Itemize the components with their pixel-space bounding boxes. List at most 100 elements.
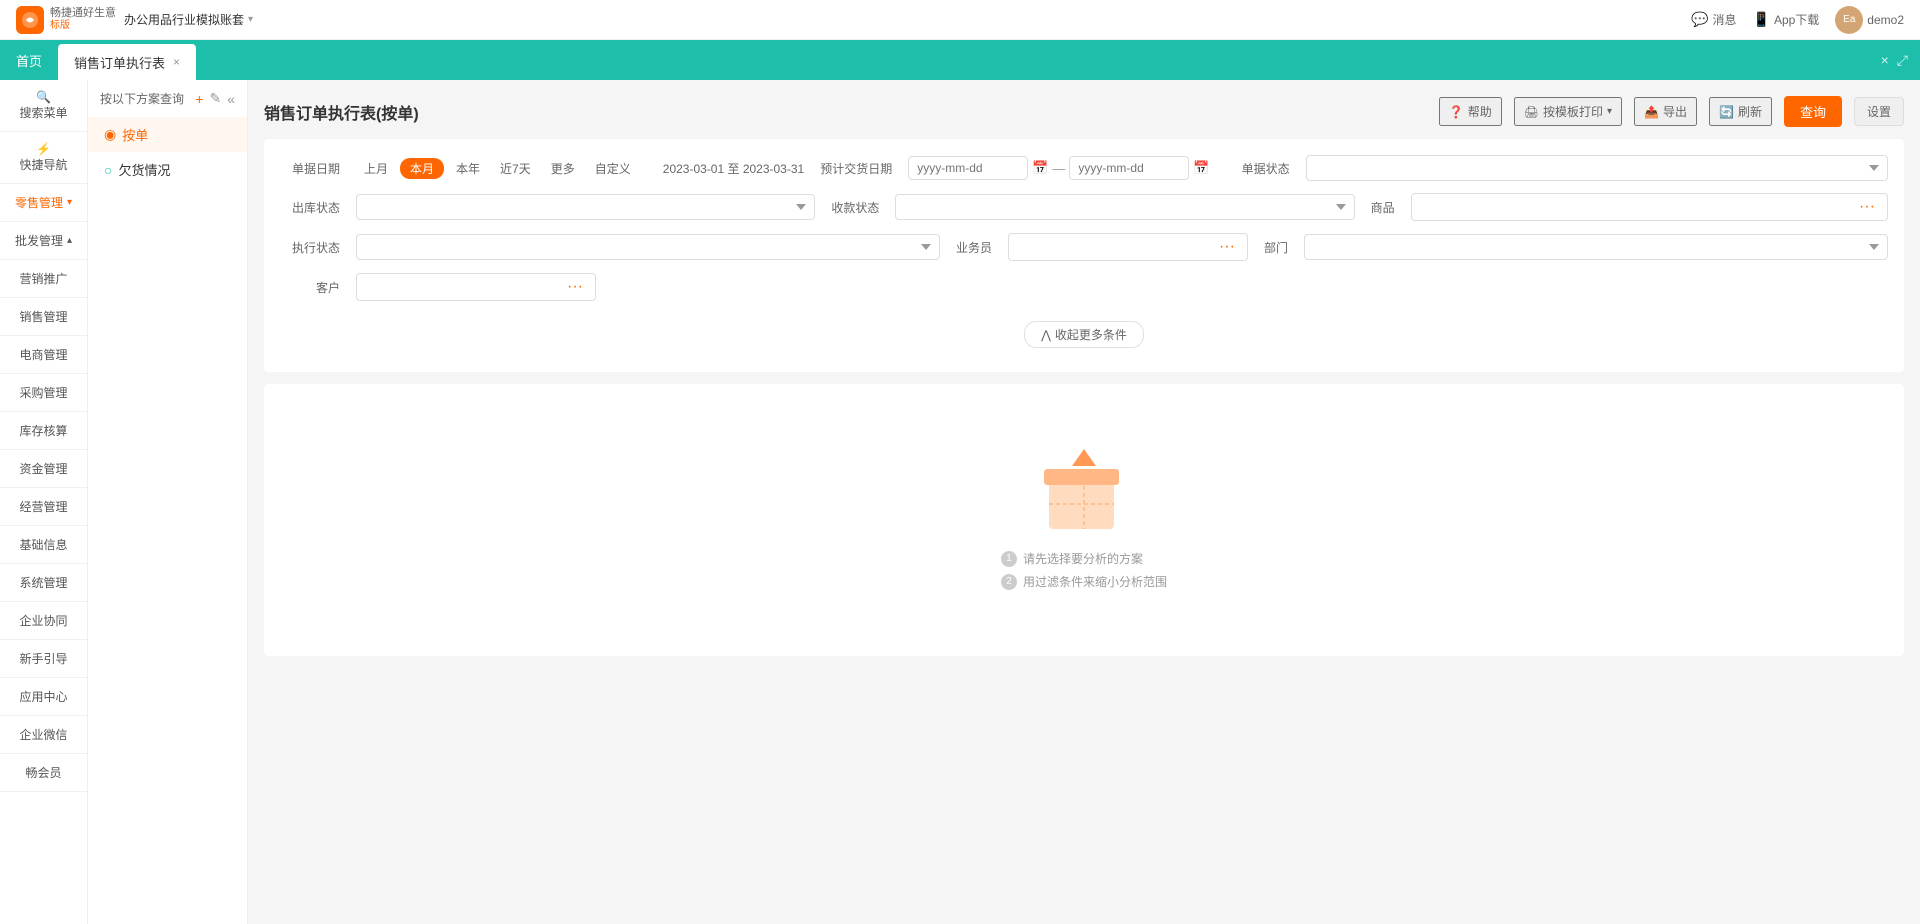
- filter-row-4: 客户 ···: [280, 273, 1888, 301]
- salesman-more-icon[interactable]: ···: [1215, 238, 1239, 256]
- calendar-icon-start: 📅: [1032, 160, 1048, 176]
- sidebar-item-enterprise-wechat[interactable]: 企业微信: [0, 716, 87, 754]
- date-tab-more[interactable]: 更多: [543, 158, 583, 179]
- tab-home[interactable]: 首页: [0, 40, 58, 80]
- sidebar-item-system[interactable]: 系统管理: [0, 564, 87, 602]
- customer-label: 客户: [280, 279, 340, 296]
- status-select[interactable]: [1306, 155, 1888, 181]
- hint-num-1: 1: [1001, 551, 1017, 567]
- sidebar-search-menu[interactable]: 🔍 搜索菜单: [0, 80, 87, 132]
- date-separator: —: [1052, 161, 1065, 176]
- sidebar-item-operations[interactable]: 经营管理: [0, 488, 87, 526]
- sidebar-item-marketing[interactable]: 营销推广: [0, 260, 87, 298]
- sidebar-quick-nav[interactable]: ⚡ 快捷导航: [0, 132, 87, 184]
- sidebar-item-enterprise-collab[interactable]: 企业协同: [0, 602, 87, 640]
- app-download-button[interactable]: 📱 App下载: [1753, 11, 1820, 28]
- receipt-select-wrapper: [895, 194, 1354, 220]
- refresh-button[interactable]: 🔄 刷新: [1709, 97, 1772, 126]
- customer-more-icon[interactable]: ···: [563, 278, 587, 296]
- dept-select-wrapper: [1304, 234, 1888, 260]
- help-button[interactable]: ❓ 帮助: [1439, 97, 1502, 126]
- date-tab-this-month[interactable]: 本月: [400, 158, 444, 179]
- page-actions: ❓ 帮助 🖨 按模板打印 📤 导出 🔄 刷新 查询: [1439, 96, 1904, 127]
- hint-num-2: 2: [1001, 574, 1017, 590]
- export-button[interactable]: 📤 导出: [1634, 97, 1697, 126]
- settings-button[interactable]: 设置: [1854, 97, 1904, 126]
- dept-select[interactable]: [1304, 234, 1888, 260]
- goods-input[interactable]: [1420, 200, 1851, 214]
- filter-row-1: 单据日期 上月 本月 本年 近7天 更多 自定义 2023-03-01 至 20…: [280, 155, 1888, 181]
- collapse-panel-button[interactable]: «: [227, 91, 235, 107]
- calendar-icon-end: 📅: [1193, 160, 1209, 176]
- print-button[interactable]: 🖨 按模板打印: [1514, 97, 1622, 126]
- date-tab-this-year[interactable]: 本年: [448, 158, 488, 179]
- export-icon: 📤: [1644, 105, 1659, 119]
- predict-date-label: 预计交货日期: [820, 160, 892, 177]
- date-tab-7days[interactable]: 近7天: [492, 158, 539, 179]
- filter-row-3: 执行状态 业务员 ··· 部门: [280, 233, 1888, 261]
- date-tabs: 上月 本月 本年 近7天 更多 自定义: [356, 158, 639, 179]
- filter-card: 单据日期 上月 本月 本年 近7天 更多 自定义 2023-03-01 至 20…: [264, 139, 1904, 372]
- outbound-select-wrapper: [356, 194, 815, 220]
- customer-input[interactable]: [365, 280, 559, 294]
- salesman-label: 业务员: [956, 239, 992, 256]
- tab-bar: 首页 销售订单执行表 × × ⤢: [0, 40, 1920, 80]
- sidebar-item-retail[interactable]: 零售管理 ▾: [0, 184, 87, 222]
- outbound-select[interactable]: [356, 194, 815, 220]
- edit-scheme-button[interactable]: ✎: [209, 90, 221, 107]
- exec-select-wrapper: [356, 234, 940, 260]
- top-bar-left: 畅捷通好生意 标版 办公用品行业模拟账套: [16, 6, 253, 34]
- predict-date-range: 📅 — 📅: [908, 156, 1209, 180]
- empty-state: 1 请先选择要分析的方案 2 用过滤条件来缩小分析范围: [264, 384, 1904, 656]
- empty-illustration: [1034, 444, 1134, 534]
- predict-date-end[interactable]: [1069, 156, 1189, 180]
- sidebar-item-finance[interactable]: 资金管理: [0, 450, 87, 488]
- exec-label: 执行状态: [280, 239, 340, 256]
- sidebar-item-member[interactable]: 畅会员: [0, 754, 87, 792]
- goods-input-wrapper: ···: [1411, 193, 1888, 221]
- panel-header: 按以下方案查询 + ✎ «: [88, 80, 247, 117]
- goods-more-icon[interactable]: ···: [1855, 198, 1879, 216]
- avatar: Ea: [1835, 6, 1863, 34]
- page-title: 销售订单执行表(按单): [264, 100, 419, 124]
- sidebar-item-ecommerce[interactable]: 电商管理: [0, 336, 87, 374]
- scheme-circle-icon: ○: [104, 162, 112, 178]
- panel-icons: + ✎ «: [195, 90, 235, 107]
- sidebar-item-wholesale[interactable]: 批发管理 ▴: [0, 222, 87, 260]
- sidebar-item-basic[interactable]: 基础信息: [0, 526, 87, 564]
- page-title-bar: 销售订单执行表(按单) ❓ 帮助 🖨 按模板打印 📤 导出 🔄 刷新: [264, 96, 1904, 127]
- date-tab-last-month[interactable]: 上月: [356, 158, 396, 179]
- tab-sales-order[interactable]: 销售订单执行表 ×: [58, 44, 196, 80]
- sidebar-item-inventory[interactable]: 库存核算: [0, 412, 87, 450]
- query-button[interactable]: 查询: [1784, 96, 1842, 127]
- refresh-icon: 🔄: [1719, 105, 1734, 119]
- sidebar-item-purchase[interactable]: 采购管理: [0, 374, 87, 412]
- tab-close-icon[interactable]: ×: [173, 55, 180, 69]
- scheme-item-backorder[interactable]: ○ 欠货情况: [88, 152, 247, 187]
- sidebar-item-app-center[interactable]: 应用中心: [0, 678, 87, 716]
- collapse-button[interactable]: ⋀ 收起更多条件: [1024, 321, 1144, 348]
- exec-select[interactable]: [356, 234, 940, 260]
- message-button[interactable]: 💬 消息: [1691, 11, 1736, 28]
- predict-date-start[interactable]: [908, 156, 1028, 180]
- top-bar: 畅捷通好生意 标版 办公用品行业模拟账套 💬 消息 📱 App下载 Ea dem…: [0, 0, 1920, 40]
- window-close-icon[interactable]: ×: [1881, 52, 1889, 68]
- user-profile[interactable]: Ea demo2: [1835, 6, 1904, 34]
- search-icon: 🔍: [36, 90, 51, 104]
- filter-row-2: 出库状态 收款状态 商品 ···: [280, 193, 1888, 221]
- salesman-input[interactable]: [1017, 240, 1211, 254]
- top-bar-right: 💬 消息 📱 App下载 Ea demo2: [1691, 6, 1904, 34]
- date-label: 单据日期: [280, 160, 340, 177]
- message-icon: 💬: [1691, 11, 1708, 28]
- receipt-select[interactable]: [895, 194, 1354, 220]
- empty-hint-2: 2 用过滤条件来缩小分析范围: [1001, 573, 1167, 590]
- sidebar-item-sales[interactable]: 销售管理: [0, 298, 87, 336]
- add-scheme-button[interactable]: +: [195, 91, 203, 107]
- scheme-item-order[interactable]: ◉ 按单: [88, 117, 247, 152]
- sidebar-item-new-user[interactable]: 新手引导: [0, 640, 87, 678]
- status-select-wrapper: [1306, 155, 1888, 181]
- receipt-label: 收款状态: [831, 199, 879, 216]
- date-tab-custom[interactable]: 自定义: [587, 158, 639, 179]
- window-expand-icon[interactable]: ⤢: [1897, 52, 1908, 69]
- industry-select[interactable]: 办公用品行业模拟账套: [124, 11, 253, 28]
